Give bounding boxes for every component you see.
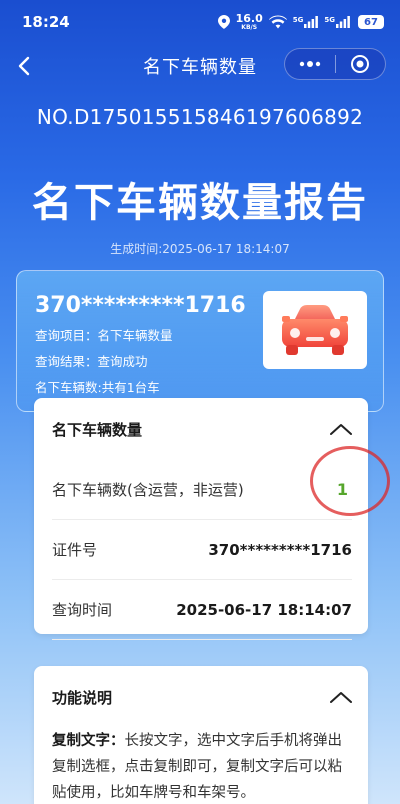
report-title: 名下车辆数量报告 <box>32 180 368 226</box>
page-title: 名下车辆数量 <box>143 57 257 78</box>
function-card-header[interactable]: 功能说明 <box>34 666 368 728</box>
table-row: 名下车辆数(含运营，非运营) 1 <box>52 460 352 520</box>
wifi-icon <box>268 15 287 29</box>
status-time: 18:24 <box>22 13 70 31</box>
close-mini-program-button[interactable] <box>335 49 385 79</box>
net-speed: 16.0 KB/S <box>235 11 263 31</box>
vehicle-count-card: 名下车辆数量 名下车辆数(含运营，非运营) 1 证件号 370*********… <box>34 398 390 640</box>
nav-bar: 名下车辆数量 <box>0 44 400 88</box>
summary-vehicle-count: 名下车辆数:共有1台车 <box>35 380 160 395</box>
chevron-up-icon[interactable] <box>330 691 352 703</box>
chevron-up-icon[interactable] <box>330 423 352 435</box>
battery-icon: 67 <box>358 15 384 29</box>
table-row: 证件号 370*********1716 <box>52 520 352 580</box>
back-button[interactable] <box>10 52 38 80</box>
report-number: NO.D175015515846197606892 <box>36 105 364 129</box>
vehicle-card-header[interactable]: 名下车辆数量 <box>34 398 368 460</box>
summary-query-result: 查询结果：查询成功 <box>35 354 148 369</box>
signal-2: 5G <box>324 16 350 28</box>
vehicle-card-title: 名下车辆数量 <box>52 420 143 439</box>
more-dots-icon <box>299 61 320 67</box>
location-icon <box>217 15 230 29</box>
function-label: 复制文字： <box>52 733 125 749</box>
summary-id-number: 370*********1716 <box>35 293 246 318</box>
car-icon <box>282 305 348 355</box>
signal-1: 5G <box>293 16 319 28</box>
table-row: 查询时间 2025-06-17 18:14:07 <box>52 580 352 640</box>
chevron-left-icon <box>18 56 30 76</box>
generated-time: 生成时间:2025-06-17 18:14:07 <box>110 242 290 256</box>
target-icon <box>351 55 370 73</box>
signal-bars-icon <box>304 16 319 28</box>
row-value: 1 <box>336 480 348 499</box>
car-tile <box>263 291 367 369</box>
row-label: 查询时间 <box>52 601 113 619</box>
function-card-title: 功能说明 <box>52 688 113 707</box>
status-bar: 18:24 16.0 KB/S 5G 5G 67 <box>0 0 400 44</box>
row-value: 2025-06-17 18:14:07 <box>176 600 352 619</box>
summary-query-item: 查询项目：名下车辆数量 <box>35 328 173 343</box>
summary-card: 370*********1716 查询项目：名下车辆数量 查询结果：查询成功 名… <box>16 270 384 412</box>
row-label: 证件号 <box>52 541 98 559</box>
row-value: 370*********1716 <box>208 540 352 559</box>
row-label: 名下车辆数(含运营，非运营) <box>52 481 244 499</box>
signal-bars-icon <box>336 16 350 28</box>
more-button[interactable] <box>285 49 335 79</box>
function-description: 复制文字：长按文字，选中文字后手机将弹出复制选框，点击复制即可，复制文字后可以粘… <box>34 728 368 804</box>
function-card: 功能说明 复制文字：长按文字，选中文字后手机将弹出复制选框，点击复制即可，复制文… <box>34 666 368 804</box>
status-icons: 16.0 KB/S 5G 5G 67 <box>217 11 384 31</box>
mini-program-capsule <box>284 48 386 80</box>
